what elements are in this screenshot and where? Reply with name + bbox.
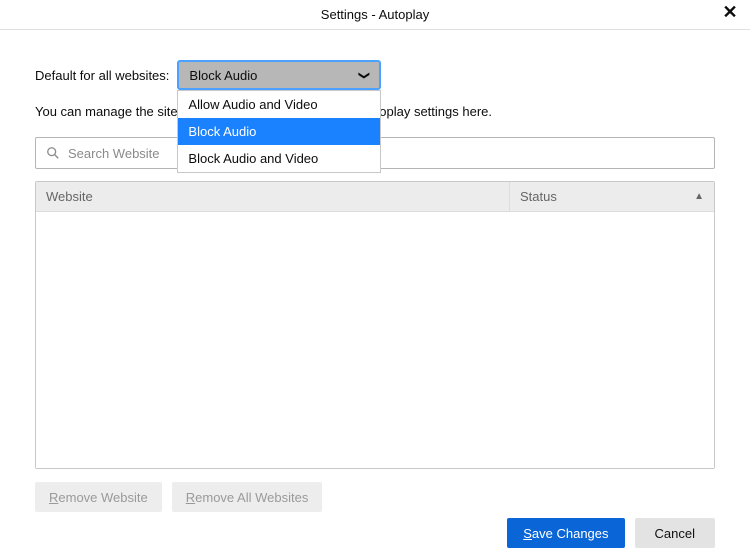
save-changes-button[interactable]: Save Changes	[507, 518, 624, 548]
websites-table: Website Status ▲	[35, 181, 715, 469]
title-bar: Settings - Autoplay ✕	[0, 0, 750, 30]
option-block-audio-video[interactable]: Block Audio and Video	[178, 145, 380, 172]
select-value: Block Audio	[189, 68, 257, 83]
remove-all-websites-button[interactable]: Remove All Websites	[172, 482, 323, 512]
default-autoplay-dropdown: Allow Audio and Video Block Audio Block …	[177, 90, 381, 173]
remove-website-button[interactable]: Remove Website	[35, 482, 162, 512]
cancel-button[interactable]: Cancel	[635, 518, 715, 548]
dialog-title: Settings - Autoplay	[321, 7, 429, 22]
default-autoplay-select[interactable]: Block Audio ❯	[177, 60, 381, 90]
search-input[interactable]	[66, 145, 704, 162]
chevron-down-icon: ❯	[358, 70, 371, 79]
column-header-status[interactable]: Status ▲	[509, 182, 714, 211]
table-body	[36, 212, 714, 468]
search-icon	[46, 146, 60, 160]
option-allow-audio-video[interactable]: Allow Audio and Video	[178, 91, 380, 118]
close-icon[interactable]: ✕	[720, 2, 740, 22]
default-label: Default for all websites:	[35, 68, 169, 83]
option-block-audio[interactable]: Block Audio	[178, 118, 380, 145]
column-header-website[interactable]: Website	[36, 189, 509, 204]
sort-arrow-icon: ▲	[694, 191, 704, 202]
